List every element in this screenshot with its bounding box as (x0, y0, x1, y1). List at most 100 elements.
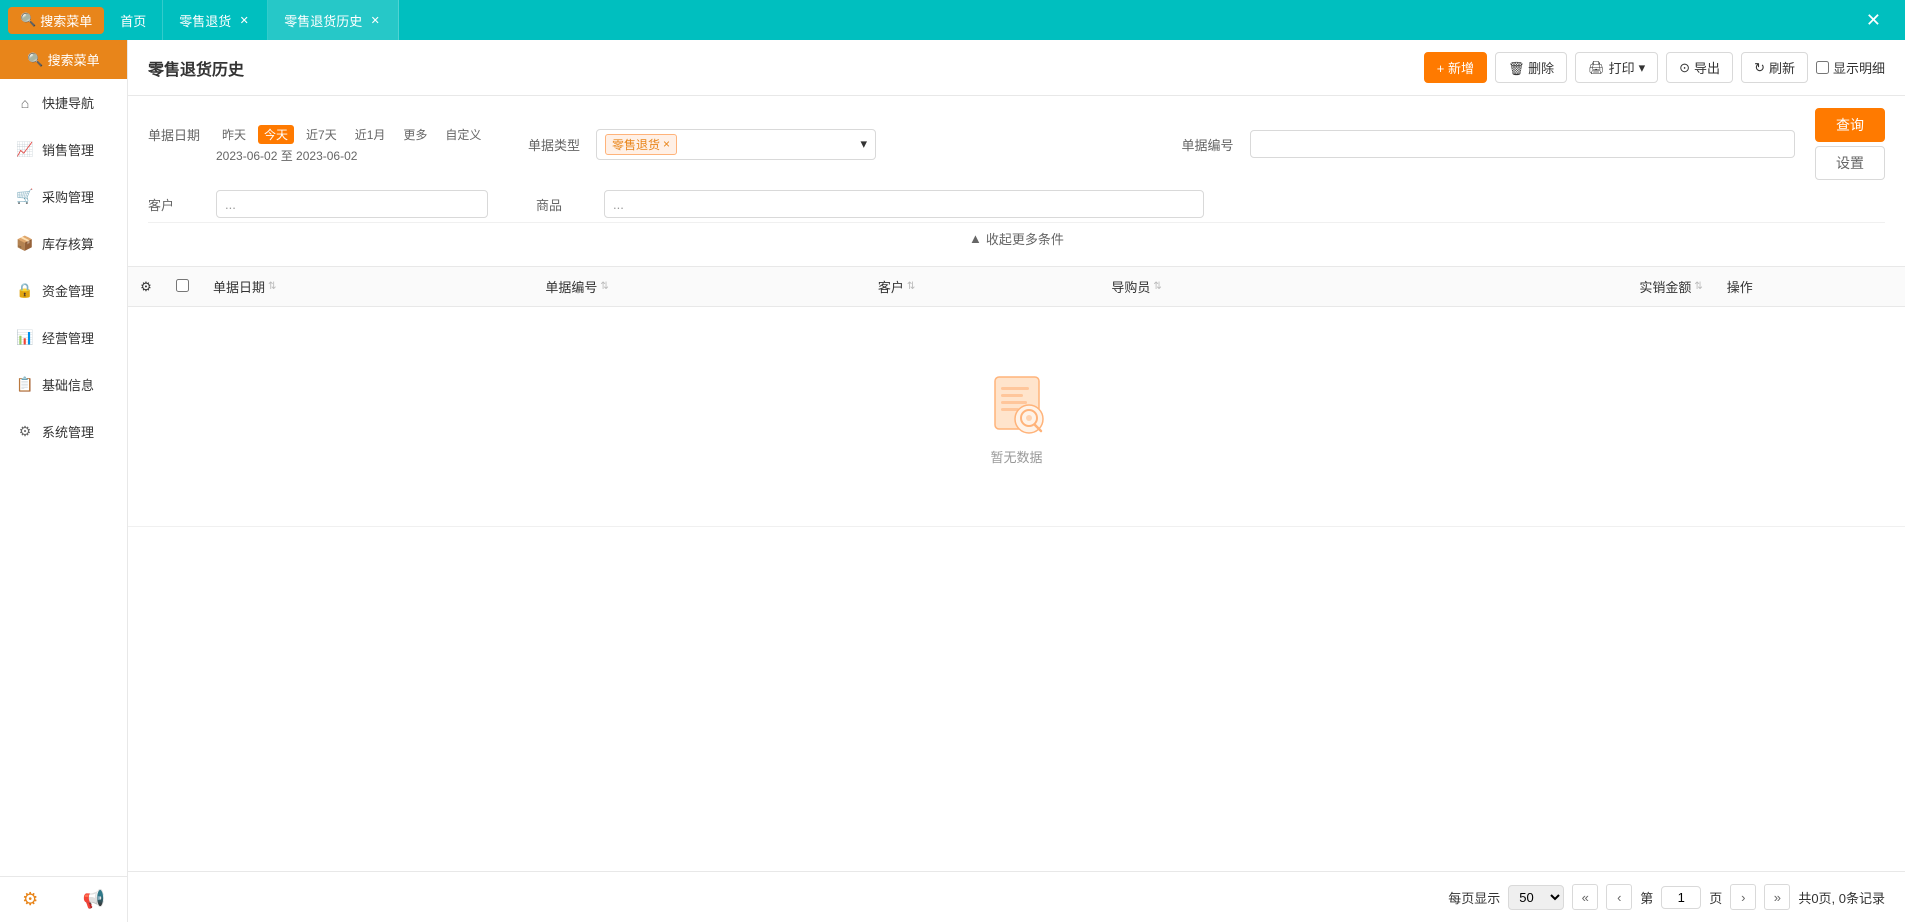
sidebar-item-operations[interactable]: 📊 经营管理 (0, 314, 127, 361)
collapse-more-btn[interactable]: ▲ 收起更多条件 (148, 222, 1885, 254)
th-settings[interactable]: ⚙ (128, 267, 164, 307)
next-page-btn[interactable]: › (1730, 884, 1756, 910)
export-button[interactable]: ⊙ 导出 (1666, 52, 1733, 83)
sidebar-item-operations-label: 经营管理 (42, 328, 94, 347)
inventory-icon: 📦 (16, 235, 34, 253)
tab-retail-return-label: 零售退货 (179, 11, 231, 30)
sales-mgmt-icon: 📈 (16, 141, 34, 159)
voucher-type-chevron-icon: ▾ (860, 136, 867, 152)
date-range-display: 2023-06-02 至 2023-06-02 (216, 147, 487, 164)
th-amount[interactable]: 实销金额 ⇅ (1382, 267, 1714, 307)
sidebar-gear-btn[interactable]: ⚙ (22, 889, 38, 910)
tab-retail-return-history-label: 零售退货历史 (284, 11, 362, 30)
delete-button[interactable]: 🗑 删除 (1495, 52, 1567, 83)
show-detail-label: 显示明细 (1833, 58, 1885, 77)
sidebar-search-icon: 🔍 (27, 52, 43, 68)
search-menu-btn[interactable]: 🔍 搜索菜单 (8, 7, 104, 34)
setting-button[interactable]: 设置 (1815, 146, 1885, 180)
tab-retail-return-close[interactable]: ✕ (237, 13, 251, 27)
th-number[interactable]: 单据编号 ⇅ (533, 267, 865, 307)
print-chevron-icon: ▾ (1639, 60, 1646, 76)
add-button[interactable]: + 新增 (1424, 52, 1487, 83)
top-bar: 🔍 搜索菜单 首页 零售退货 ✕ 零售退货历史 ✕ ✕ (0, 0, 1905, 40)
print-button[interactable]: 🖨 打印 ▾ (1575, 52, 1658, 83)
show-detail-checkbox-wrap[interactable]: 显示明细 (1816, 58, 1885, 77)
last-page-btn[interactable]: » (1764, 884, 1790, 910)
sort-guide-icon: ⇅ (1153, 281, 1161, 292)
th-guide[interactable]: 导购员 ⇅ (1099, 267, 1382, 307)
tab-retail-return-history[interactable]: 零售退货历史 ✕ (268, 0, 399, 40)
th-customer[interactable]: 客户 ⇅ (866, 267, 1100, 307)
show-detail-checkbox[interactable] (1816, 61, 1829, 74)
sidebar-item-basic-info[interactable]: 📋 基础信息 (0, 361, 127, 408)
voucher-type-tag[interactable]: 零售退货 × (605, 134, 677, 155)
customer-input[interactable]: ... (216, 190, 488, 218)
sidebar-item-sales-mgmt[interactable]: 📈 销售管理 (0, 126, 127, 173)
quick-nav-icon: ⌂ (16, 94, 34, 112)
customer-filter-label: 客户 (148, 195, 208, 214)
sidebar-item-inventory[interactable]: 📦 库存核算 (0, 220, 127, 267)
top-bar-right: ✕ (1858, 10, 1905, 31)
voucher-number-input[interactable] (1250, 130, 1796, 158)
voucher-type-select[interactable]: 零售退货 × ▾ (596, 129, 876, 160)
th-number-label: 单据编号 (545, 277, 597, 296)
date-filter-label: 单据日期 (148, 125, 208, 144)
tab-retail-return-history-close[interactable]: ✕ (368, 13, 382, 27)
sidebar-item-system[interactable]: ⚙ 系统管理 (0, 408, 127, 455)
filter-area: 单据日期 昨天 今天 近7天 近1月 更多 自定义 2023-06-02 至 2… (128, 96, 1905, 267)
date-btn-today[interactable]: 今天 (258, 125, 294, 144)
finance-icon: 🔒 (16, 282, 34, 300)
th-customer-label: 客户 (878, 277, 904, 296)
tab-home[interactable]: 首页 (104, 0, 163, 40)
date-btn-yesterday[interactable]: 昨天 (216, 125, 252, 144)
sidebar-item-quick-nav[interactable]: ⌂ 快捷导航 (0, 79, 127, 126)
voucher-number-label: 单据编号 (1182, 135, 1242, 154)
th-guide-label: 导购员 (1111, 277, 1150, 296)
page-suffix: 页 (1709, 888, 1722, 907)
goods-input[interactable]: ... (604, 190, 1204, 218)
sidebar-item-basic-info-label: 基础信息 (42, 375, 94, 394)
refresh-button[interactable]: ↻ 刷新 (1741, 52, 1808, 83)
page-size-select[interactable]: 50 100 200 (1508, 885, 1564, 910)
sidebar-speaker-btn[interactable]: 📢 (82, 889, 104, 910)
filter-row-1: 单据日期 昨天 今天 近7天 近1月 更多 自定义 2023-06-02 至 2… (148, 108, 1885, 180)
voucher-type-label: 单据类型 (528, 135, 588, 154)
filter-row-2: 客户 ... 商品 ... (148, 190, 1885, 218)
sidebar-item-inventory-label: 库存核算 (42, 234, 94, 253)
date-btn-1month[interactable]: 近1月 (349, 125, 392, 144)
export-icon: ⊙ (1679, 60, 1690, 76)
print-icon: 🖨 (1588, 60, 1605, 76)
content-area: 零售退货历史 + 新增 🗑 删除 🖨 打印 ▾ ⊙ 导出 ↻ (128, 40, 1905, 922)
query-button[interactable]: 查询 (1815, 108, 1885, 142)
tab-list: 首页 零售退货 ✕ 零售退货历史 ✕ (104, 0, 1858, 40)
pagination-bar: 每页显示 50 100 200 « ‹ 第 页 › » 共0页, 0条记录 (128, 871, 1905, 922)
collapse-icon: ▲ (969, 231, 982, 246)
export-label: 导出 (1694, 58, 1720, 77)
sidebar-item-sales-mgmt-label: 销售管理 (42, 140, 94, 159)
th-checkbox[interactable] (164, 267, 201, 307)
page-label: 第 (1640, 888, 1653, 907)
window-close-btn[interactable]: ✕ (1858, 10, 1889, 31)
th-amount-label: 实销金额 (1639, 277, 1691, 296)
empty-icon (977, 367, 1057, 447)
voucher-type-tag-close[interactable]: × (663, 137, 670, 151)
tab-retail-return[interactable]: 零售退货 ✕ (163, 0, 268, 40)
th-date[interactable]: 单据日期 ⇅ (201, 267, 533, 307)
table-wrap[interactable]: ⚙ 单据日期 ⇅ (128, 267, 1905, 871)
prev-page-btn[interactable]: ‹ (1606, 884, 1632, 910)
system-icon: ⚙ (16, 423, 34, 441)
sidebar-item-finance[interactable]: 🔒 资金管理 (0, 267, 127, 314)
sidebar-search-btn[interactable]: 🔍 搜索菜单 (0, 40, 127, 79)
refresh-icon: ↻ (1754, 60, 1765, 76)
date-btn-custom[interactable]: 自定义 (439, 125, 487, 144)
collapse-label: 收起更多条件 (986, 229, 1064, 248)
date-btn-more[interactable]: 更多 (397, 125, 433, 144)
customer-placeholder: ... (225, 197, 236, 212)
page-header: 零售退货历史 + 新增 🗑 删除 🖨 打印 ▾ ⊙ 导出 ↻ (128, 40, 1905, 96)
select-all-checkbox[interactable] (176, 279, 189, 292)
first-page-btn[interactable]: « (1572, 884, 1598, 910)
date-btn-7days[interactable]: 近7天 (300, 125, 343, 144)
page-number-input[interactable] (1661, 886, 1701, 909)
operations-icon: 📊 (16, 329, 34, 347)
sidebar-item-purchase-mgmt[interactable]: 🛒 采购管理 (0, 173, 127, 220)
